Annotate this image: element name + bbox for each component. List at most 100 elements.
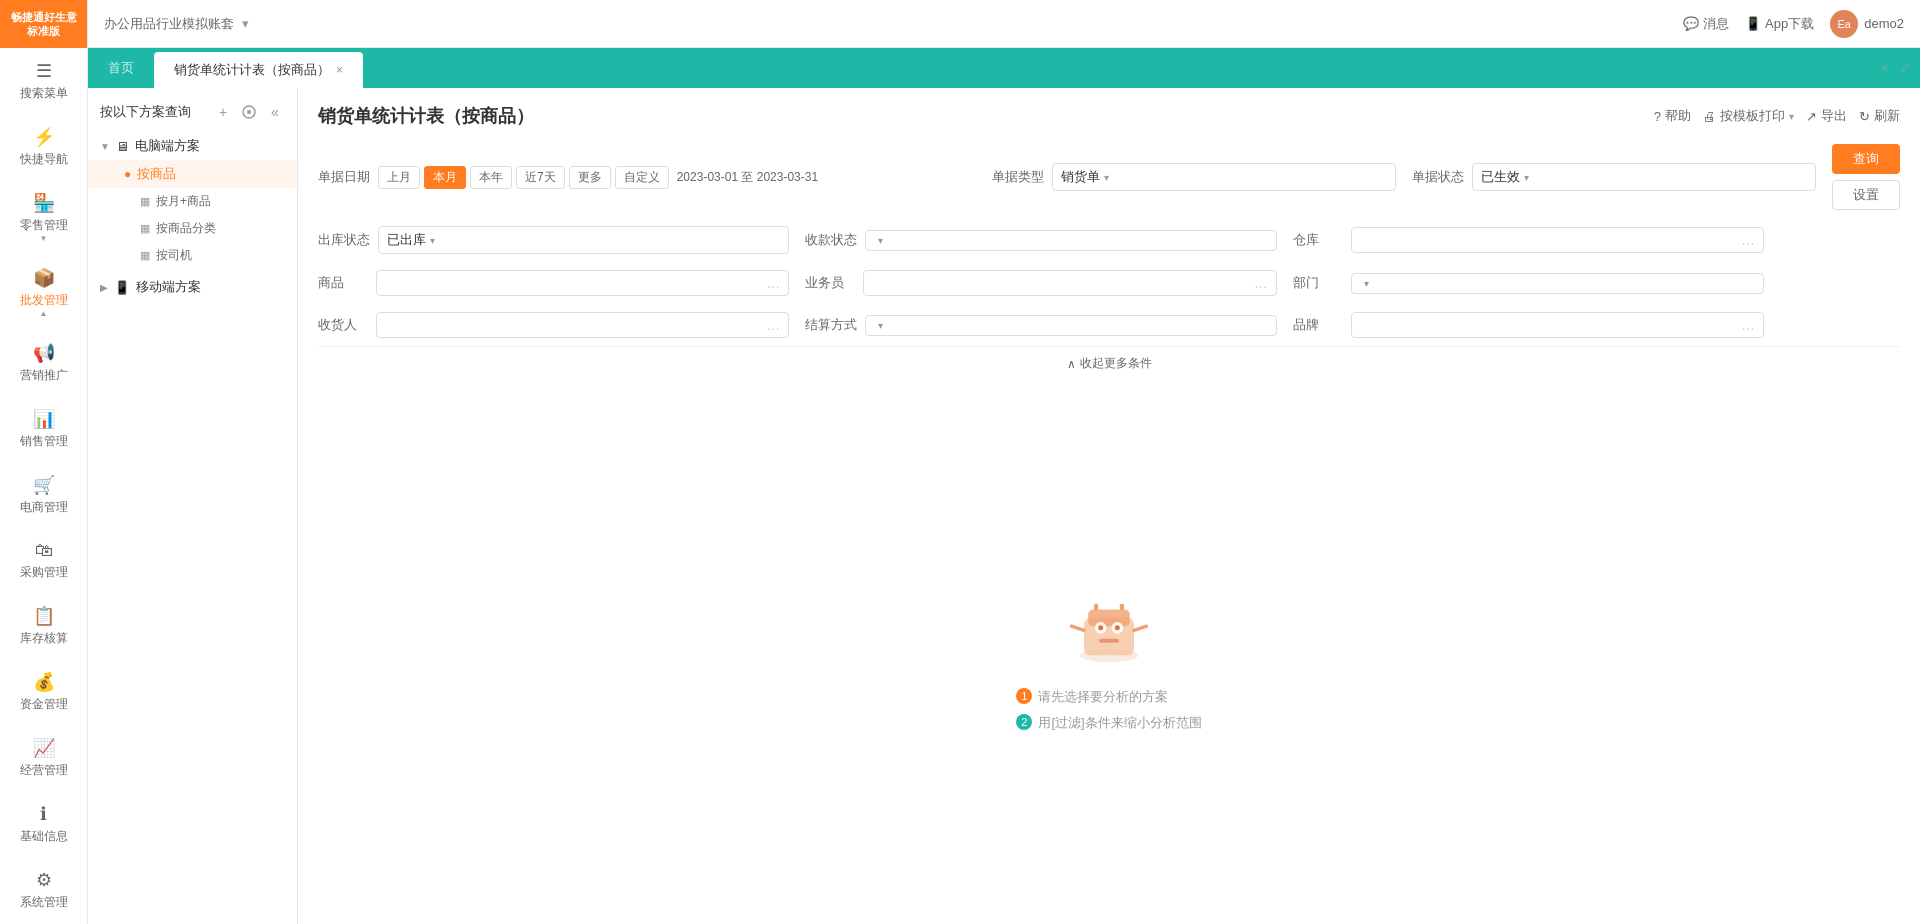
retail-arrow: ▼ xyxy=(40,234,48,243)
sidebar-item-finance[interactable]: 💰 资金管理 xyxy=(0,659,87,725)
svg-point-8 xyxy=(1115,625,1120,630)
mobile-group-header[interactable]: ▶ 📱 移动端方案 xyxy=(88,273,297,301)
desktop-group: ▼ 🖥 电脑端方案 ● 按商品 ▦ 按月+商品 ▦ 按商品分类 ▦ xyxy=(88,132,297,269)
app-download-btn[interactable]: 📱 App下载 xyxy=(1745,15,1814,33)
sidebar-item-ecommerce[interactable]: 🛒 电商管理 xyxy=(0,462,87,528)
desktop-group-header[interactable]: ▼ 🖥 电脑端方案 xyxy=(88,132,297,160)
sidebar-item-marketing[interactable]: 📢 营销推广 xyxy=(0,330,87,396)
filter-receiver: 收货人 … xyxy=(318,312,789,338)
warehouse-dots[interactable]: … xyxy=(1741,232,1755,248)
doc-type-value: 销货单 xyxy=(1061,168,1100,186)
date-btn-last-month[interactable]: 上月 xyxy=(378,166,420,189)
collapse-panel-btn[interactable]: « xyxy=(265,102,285,122)
dept-select[interactable]: ▾ xyxy=(1351,273,1764,294)
date-btn-7days[interactable]: 近7天 xyxy=(516,166,565,189)
help-btn[interactable]: ? 帮助 xyxy=(1654,107,1691,125)
filter-row-1: 单据日期 上月 本月 本年 近7天 更多 自定义 2023-03-01 至 20… xyxy=(318,136,1900,218)
sidebar-item-management[interactable]: 📈 经营管理 xyxy=(0,725,87,791)
filter-warehouse: 仓库 … xyxy=(1293,227,1764,253)
sidebar-item-finance-label: 资金管理 xyxy=(20,696,68,713)
maximize-btn[interactable]: ⤢ xyxy=(1898,61,1912,75)
filter-date: 单据日期 上月 本月 本年 近7天 更多 自定义 2023-03-01 至 20… xyxy=(318,166,992,189)
sidebar-item-sales[interactable]: 📊 销售管理 xyxy=(0,396,87,462)
sub-item-category-label: 按商品分类 xyxy=(156,220,216,237)
collapse-label: 收起更多条件 xyxy=(1080,355,1152,372)
out-status-label: 出库状态 xyxy=(318,231,370,249)
brand-dots[interactable]: … xyxy=(1741,317,1755,333)
query-button[interactable]: 查询 xyxy=(1832,144,1900,174)
sub-item-month-goods[interactable]: ▦ 按月+商品 xyxy=(88,188,297,215)
user-btn[interactable]: Ea demo2 xyxy=(1830,10,1904,38)
tip-text-1: 请先选择要分析的方案 xyxy=(1038,688,1168,706)
sidebar-item-nav[interactable]: ⚡ 快捷导航 xyxy=(0,114,87,180)
sidebar-item-management-label: 经营管理 xyxy=(20,762,68,779)
settlement-select[interactable]: ▾ xyxy=(865,315,1276,336)
avatar: Ea xyxy=(1830,10,1858,38)
mobile-arrow: ▶ xyxy=(100,282,108,293)
date-btn-this-month[interactable]: 本月 xyxy=(424,166,466,189)
sub-item-category[interactable]: ▦ 按商品分类 xyxy=(88,215,297,242)
receipt-status-select[interactable]: ▾ xyxy=(865,230,1276,251)
close-window-btn[interactable]: × xyxy=(1878,61,1892,75)
salesperson-dots[interactable]: … xyxy=(1254,275,1268,291)
print-dropdown-icon[interactable]: ▾ xyxy=(1789,111,1794,122)
tip-num-1: 1 xyxy=(1016,688,1032,704)
sidebar-item-retail[interactable]: 🏪 零售管理 ▼ xyxy=(0,180,87,255)
date-btn-custom[interactable]: 自定义 xyxy=(615,166,669,189)
logo[interactable]: 畅捷通好生意 标准版 xyxy=(0,0,87,48)
filter-salesperson: 业务员 … xyxy=(805,270,1276,296)
ecommerce-icon: 🛒 xyxy=(33,474,55,496)
sidebar-item-purchase[interactable]: 🛍 采购管理 xyxy=(0,528,87,593)
topbar-right: 💬 消息 📱 App下载 Ea demo2 xyxy=(1683,10,1904,38)
add-scheme-btn[interactable]: + xyxy=(213,102,233,122)
receiver-input[interactable]: … xyxy=(376,312,789,338)
industry-dropdown-icon[interactable]: ▾ xyxy=(242,16,249,31)
sidebar-item-basic-info[interactable]: ℹ 基础信息 xyxy=(0,791,87,857)
sidebar-item-inventory[interactable]: 📋 库存核算 xyxy=(0,593,87,659)
desktop-icon: 🖥 xyxy=(116,139,129,154)
tip-text-2: 用[过滤]条件来缩小分析范围 xyxy=(1038,714,1201,732)
doc-status-select[interactable]: 已生效 ▾ xyxy=(1472,163,1816,191)
tree-item-by-goods[interactable]: ● 按商品 xyxy=(88,160,297,188)
edit-scheme-btn[interactable] xyxy=(239,102,259,122)
sidebar-item-wholesale[interactable]: 📦 批发管理 ▲ xyxy=(0,255,87,330)
wholesale-arrow: ▲ xyxy=(40,309,48,318)
tab-close-icon[interactable]: × xyxy=(336,63,343,77)
collapse-bar[interactable]: ∧ 收起更多条件 xyxy=(318,346,1900,380)
tree-item-by-goods-label: 按商品 xyxy=(137,165,176,183)
tab-home[interactable]: 首页 xyxy=(88,48,154,88)
out-status-arrow: ▾ xyxy=(430,235,435,246)
industry-name: 办公用品行业模拟账套 xyxy=(104,15,234,33)
brand-input[interactable]: … xyxy=(1351,312,1764,338)
sidebar-item-search[interactable]: ☰ 搜索菜单 xyxy=(0,48,87,114)
sub-icon-category: ▦ xyxy=(140,222,150,235)
sub-item-driver[interactable]: ▦ 按司机 xyxy=(88,242,297,269)
filter-dept: 部门 ▾ xyxy=(1293,273,1764,294)
receiver-dots[interactable]: … xyxy=(766,317,780,333)
print-btn[interactable]: 🖨 按模板打印 ▾ xyxy=(1703,107,1794,125)
sub-icon-month: ▦ xyxy=(140,195,150,208)
export-icon: ↗ xyxy=(1806,109,1817,124)
tab-active[interactable]: 销货单统计计表（按商品） × xyxy=(154,52,363,88)
settings-button[interactable]: 设置 xyxy=(1832,180,1900,210)
out-status-select[interactable]: 已出库 ▾ xyxy=(378,226,789,254)
header-actions: ? 帮助 🖨 按模板打印 ▾ ↗ 导出 ↻ 刷新 xyxy=(1654,107,1900,125)
refresh-btn[interactable]: ↻ 刷新 xyxy=(1859,107,1900,125)
export-btn[interactable]: ↗ 导出 xyxy=(1806,107,1847,125)
date-btn-more[interactable]: 更多 xyxy=(569,166,611,189)
warehouse-input[interactable]: … xyxy=(1351,227,1764,253)
collapse-up-icon: ∧ xyxy=(1067,357,1076,371)
salesperson-input[interactable]: … xyxy=(863,270,1276,296)
topbar: 办公用品行业模拟账套 ▾ 💬 消息 📱 App下载 Ea demo2 xyxy=(88,0,1920,48)
tabbar: 首页 销货单统计计表（按商品） × × ⤢ xyxy=(88,48,1920,88)
doc-type-select[interactable]: 销货单 ▾ xyxy=(1052,163,1396,191)
avatar-text: Ea xyxy=(1838,18,1851,30)
panel-title: 按以下方案查询 xyxy=(100,103,191,121)
goods-dots[interactable]: … xyxy=(766,275,780,291)
date-btn-this-year[interactable]: 本年 xyxy=(470,166,512,189)
sidebar-item-system[interactable]: ⚙ 系统管理 xyxy=(0,857,87,923)
messages-btn[interactable]: 💬 消息 xyxy=(1683,15,1729,33)
goods-input[interactable]: … xyxy=(376,270,789,296)
purchase-icon: 🛍 xyxy=(35,540,53,561)
empty-tip-1: 1 请先选择要分析的方案 xyxy=(1016,688,1201,706)
